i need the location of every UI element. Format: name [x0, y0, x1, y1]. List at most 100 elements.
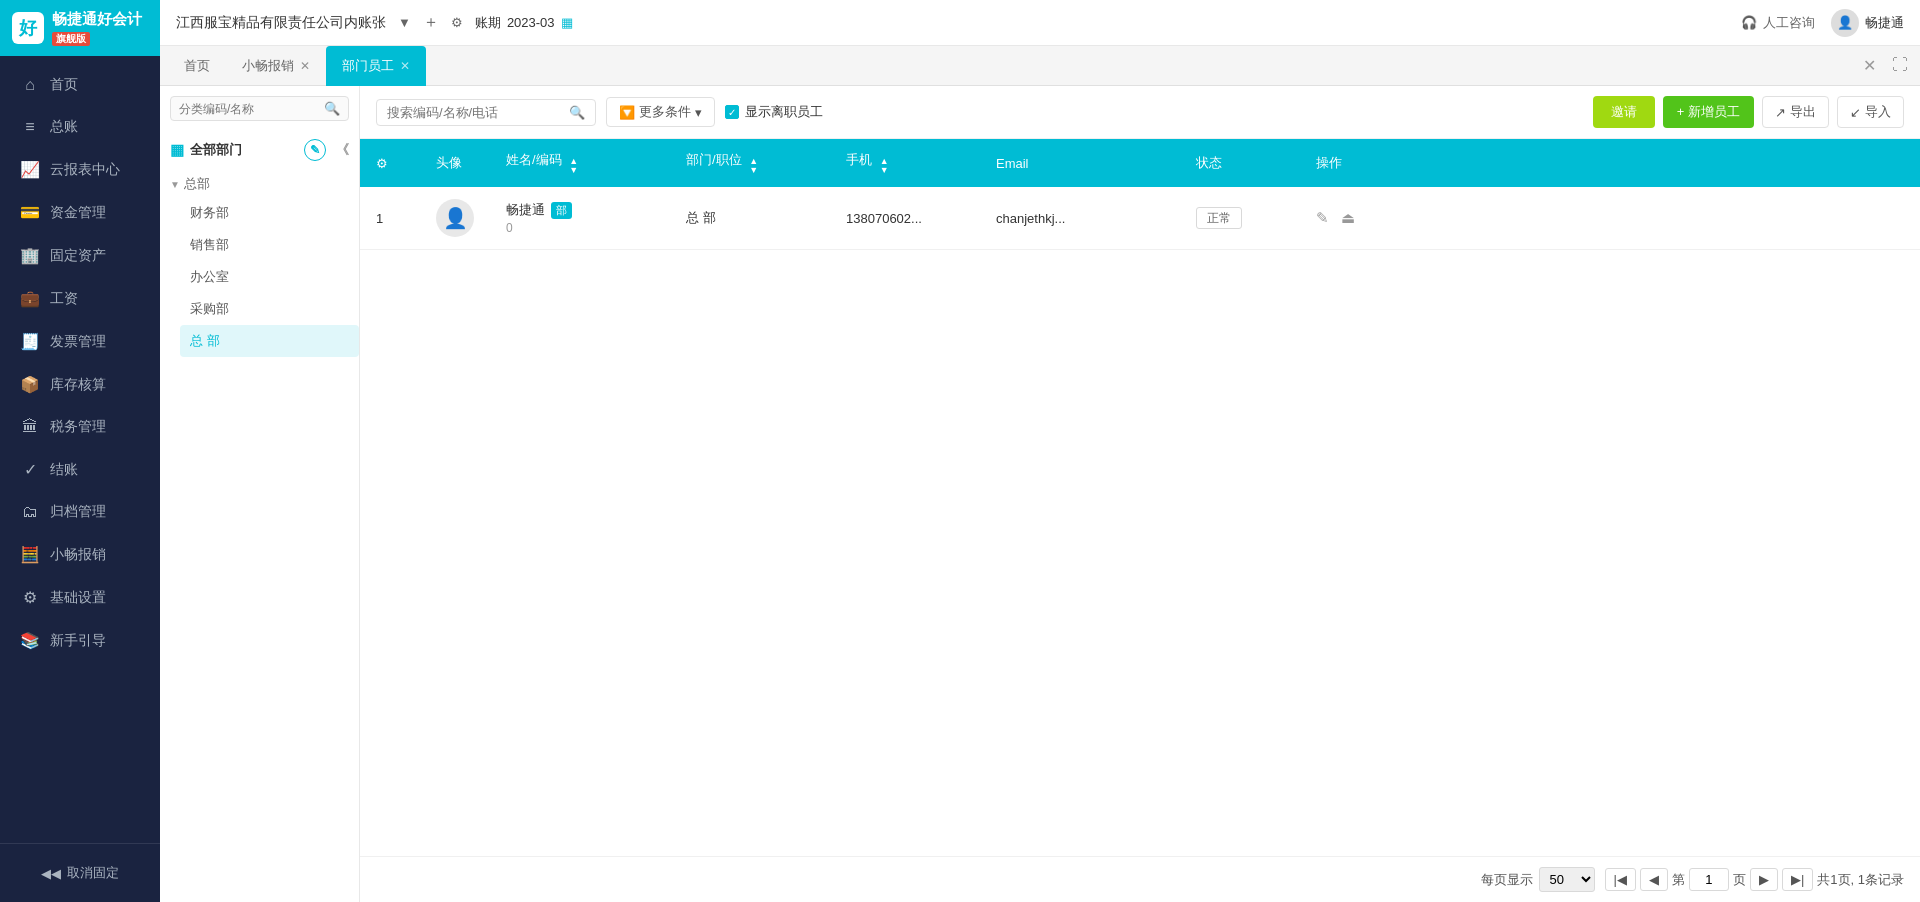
sidebar-item-label: 发票管理	[50, 333, 106, 351]
sidebar-item-archive[interactable]: 🗂 归档管理	[0, 491, 160, 533]
dept-search-box[interactable]: 🔍	[170, 96, 349, 121]
tab-employees-label: 部门员工	[342, 57, 394, 75]
sidebar-item-checkout[interactable]: ✓ 结账	[0, 448, 160, 491]
sidebar-item-settings[interactable]: ⚙ 基础设置	[0, 576, 160, 619]
row-dept: 总 部	[670, 187, 830, 250]
last-page-button[interactable]: ▶|	[1782, 868, 1813, 891]
table-footer: 每页显示 50 10 20 100 |◀ ◀ 第 页 ▶ ▶|	[360, 856, 1920, 902]
name-code-block: 畅捷通 部 0	[506, 201, 654, 235]
consult-button[interactable]: 🎧 人工咨询	[1741, 14, 1815, 32]
add-employee-button[interactable]: + 新增员工	[1663, 96, 1754, 128]
header-right: 🎧 人工咨询 👤 畅捷通	[1741, 9, 1904, 37]
dept-search-input[interactable]	[179, 102, 324, 116]
sidebar-item-reports[interactable]: 📈 云报表中心	[0, 148, 160, 191]
export-button[interactable]: ↗ 导出	[1762, 96, 1829, 128]
page-input[interactable]	[1689, 868, 1729, 891]
col-name-header[interactable]: 姓名/编码 ▲▼	[490, 139, 670, 187]
import-button[interactable]: ↙ 导入	[1837, 96, 1904, 128]
sidebar-item-expenses[interactable]: 🧮 小畅报销	[0, 533, 160, 576]
dept-child-caiwubu[interactable]: 财务部	[180, 197, 359, 229]
dept-parent-item[interactable]: ▼ 总部	[160, 169, 359, 197]
invite-button[interactable]: 邀请	[1593, 96, 1655, 128]
row-phone: 138070602...	[830, 187, 980, 250]
dept-child-bangongshi[interactable]: 办公室	[180, 261, 359, 293]
filter-button[interactable]: 🔽 更多条件 ▾	[606, 97, 715, 127]
col-dept-header[interactable]: 部门/职位 ▲▼	[670, 139, 830, 187]
employee-search-icon[interactable]: 🔍	[569, 105, 585, 120]
sidebar-item-inventory[interactable]: 📦 库存核算	[0, 363, 160, 406]
sidebar-item-label: 首页	[50, 76, 78, 94]
settings-icon: ⚙	[20, 588, 40, 607]
dept-children: 财务部 销售部 办公室 采购部 总 部	[160, 197, 359, 357]
edit-button[interactable]: ✎	[1316, 209, 1329, 227]
row-num: 1	[360, 187, 420, 250]
add-company-button[interactable]: ＋	[423, 12, 439, 33]
cancel-fixed-arrow: ◀◀	[41, 866, 61, 881]
tab-expenses[interactable]: 小畅报销 ✕	[226, 46, 326, 86]
tax-icon: 🏛	[20, 418, 40, 436]
sidebar-bottom: ◀◀ 取消固定	[0, 843, 160, 902]
sidebar-item-assets[interactable]: 🏢 固定资产	[0, 234, 160, 277]
per-page-select[interactable]: 50 10 20 100	[1539, 867, 1595, 892]
headset-icon: 🎧	[1741, 15, 1757, 30]
period-display: 账期 2023-03 ▦	[475, 14, 573, 32]
tab-close-all-button[interactable]: ✕	[1859, 52, 1880, 79]
reports-icon: 📈	[20, 160, 40, 179]
sidebar: 好 畅捷通好会计 旗舰版 ⌂ 首页 ≡ 总账 📈 云报表中心 💳 资金管理 🏢 …	[0, 0, 160, 902]
sidebar-item-salary[interactable]: 💼 工资	[0, 277, 160, 320]
dept-tree: ▼ 总部 财务部 销售部 办公室 采购部 总 部	[160, 169, 359, 357]
row-status: 正常	[1180, 187, 1300, 250]
page-suffix: 页	[1733, 871, 1746, 889]
dept-child-xiaoshoubu[interactable]: 销售部	[180, 229, 359, 261]
dept-child-zongbu[interactable]: 总 部	[180, 325, 359, 357]
export-icon: ↗	[1775, 105, 1786, 120]
employee-toolbar: 🔍 🔽 更多条件 ▾ ✓ 显示离职员工 邀请 + 新增员工 ↗ 导出	[360, 86, 1920, 139]
cancel-fixed-button[interactable]: ◀◀ 取消固定	[0, 854, 160, 892]
tab-employees[interactable]: 部门员工 ✕	[326, 46, 426, 86]
row-email: chanjethkj...	[980, 187, 1180, 250]
company-dropdown-icon[interactable]: ▼	[398, 15, 411, 30]
employee-search-input[interactable]	[387, 105, 569, 120]
assets-icon: 🏢	[20, 246, 40, 265]
ledger-icon: ≡	[20, 118, 40, 136]
dept-collapse-icon[interactable]: 《	[336, 141, 349, 159]
company-settings-button[interactable]: ⚙	[451, 15, 463, 30]
funds-icon: 💳	[20, 203, 40, 222]
sidebar-item-funds[interactable]: 💳 资金管理	[0, 191, 160, 234]
tab-expand-button[interactable]: ⛶	[1888, 52, 1912, 79]
logout-button[interactable]: ⏏	[1341, 209, 1355, 227]
user-menu[interactable]: 👤 畅捷通	[1831, 9, 1904, 37]
dept-child-caigoubu[interactable]: 采购部	[180, 293, 359, 325]
sidebar-item-ledger[interactable]: ≡ 总账	[0, 106, 160, 148]
avatar: 👤	[1831, 9, 1859, 37]
sidebar-item-label: 工资	[50, 290, 78, 308]
sidebar-item-label: 云报表中心	[50, 161, 120, 179]
next-page-button[interactable]: ▶	[1750, 868, 1778, 891]
sidebar-item-home[interactable]: ⌂ 首页	[0, 64, 160, 106]
col-phone-header[interactable]: 手机 ▲▼	[830, 139, 980, 187]
sidebar-item-label: 固定资产	[50, 247, 106, 265]
prev-page-button[interactable]: ◀	[1640, 868, 1668, 891]
dept-edit-button[interactable]: ✎	[304, 139, 326, 161]
tab-employees-close[interactable]: ✕	[400, 59, 410, 73]
sidebar-item-label: 小畅报销	[50, 546, 106, 564]
page-label: 第	[1672, 871, 1685, 889]
tab-expenses-close[interactable]: ✕	[300, 59, 310, 73]
sidebar-item-guide[interactable]: 📚 新手引导	[0, 619, 160, 662]
sidebar-item-tax[interactable]: 🏛 税务管理	[0, 406, 160, 448]
employee-search-box[interactable]: 🔍	[376, 99, 596, 126]
all-dept-item[interactable]: ▦ 全部部门 ✎ 《	[160, 131, 359, 169]
first-page-button[interactable]: |◀	[1605, 868, 1636, 891]
show-resigned-checkbox[interactable]: ✓	[725, 105, 739, 119]
show-resigned-toggle[interactable]: ✓ 显示离职员工	[725, 103, 823, 121]
employee-table: ⚙ 头像 姓名/编码 ▲▼ 部门/职位 ▲▼	[360, 139, 1920, 250]
col-settings[interactable]: ⚙	[360, 139, 420, 187]
sidebar-item-invoice[interactable]: 🧾 发票管理	[0, 320, 160, 363]
row-actions: ✎ ⏏	[1300, 187, 1920, 250]
tab-home[interactable]: 首页	[168, 46, 226, 86]
calendar-icon[interactable]: ▦	[561, 15, 573, 30]
name-row: 畅捷通 部	[506, 201, 654, 219]
filter-chevron-icon: ▾	[695, 105, 702, 120]
dept-search-icon[interactable]: 🔍	[324, 101, 340, 116]
consult-label: 人工咨询	[1763, 14, 1815, 32]
